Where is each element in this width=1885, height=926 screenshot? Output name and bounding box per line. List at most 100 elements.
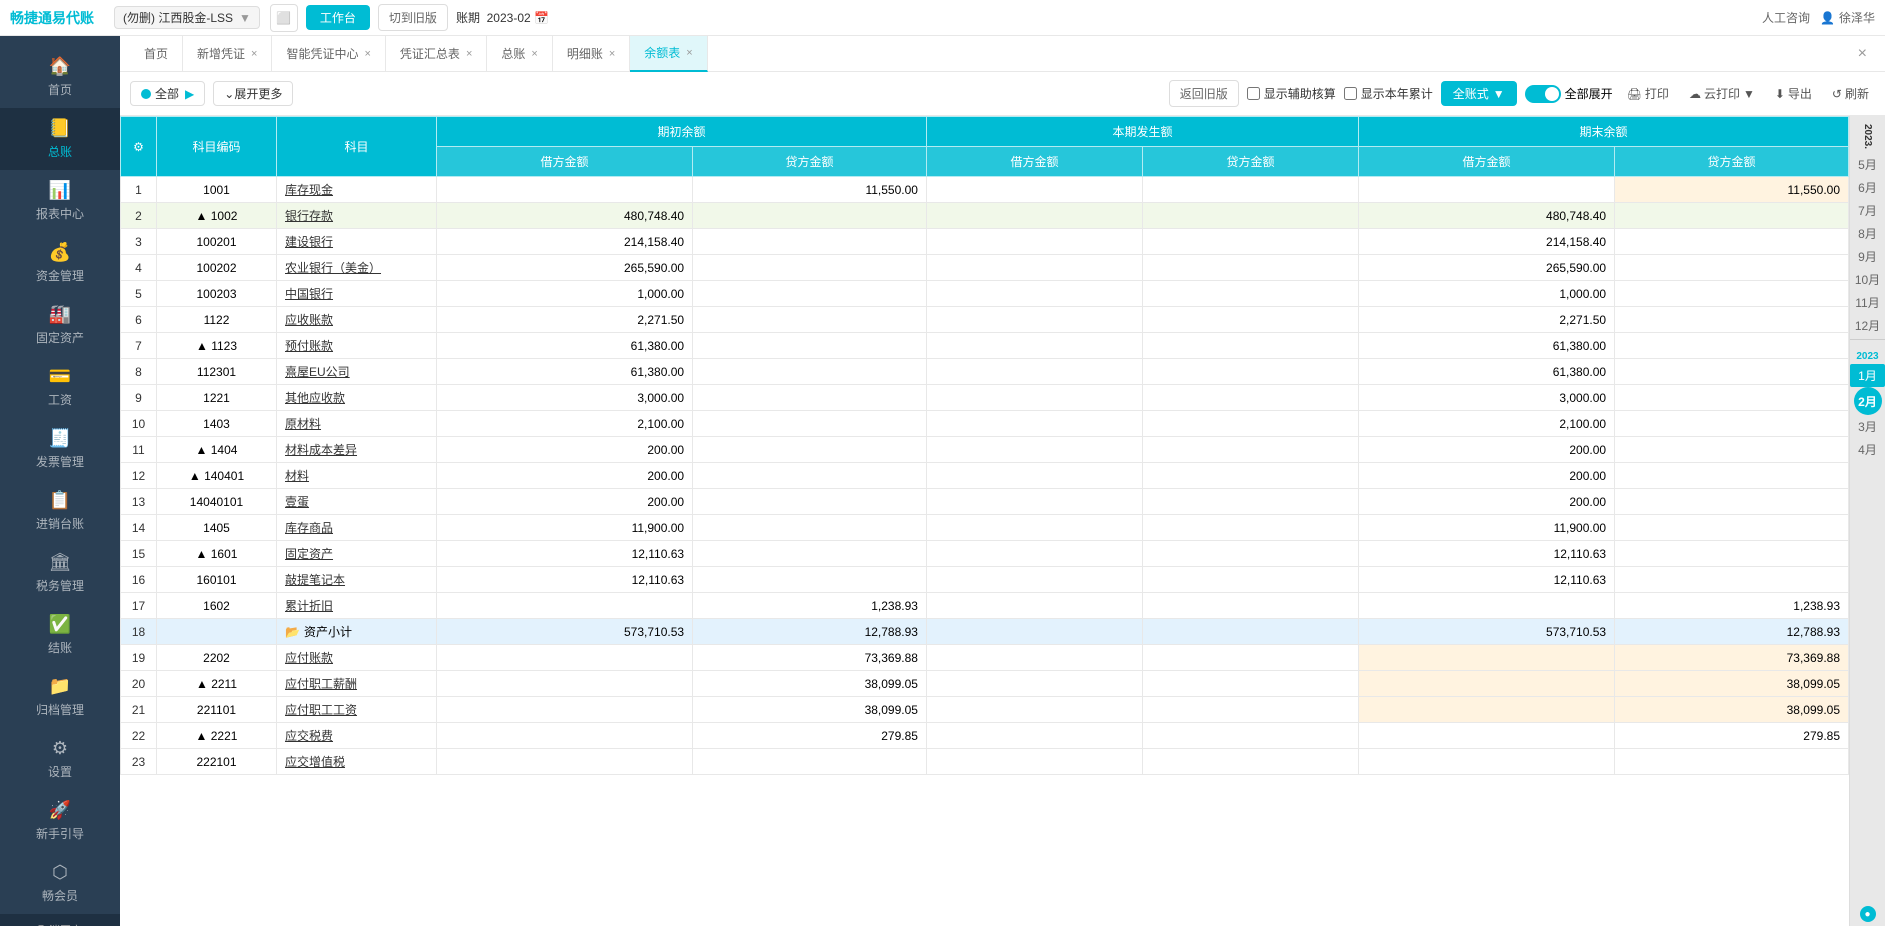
right-panel-apr[interactable]: 4月 <box>1850 438 1885 461</box>
subject-link[interactable]: 应交税费 <box>285 729 333 743</box>
tab-balance-close[interactable]: × <box>686 47 692 59</box>
right-panel-mar[interactable]: 3月 <box>1850 415 1885 438</box>
row-subject[interactable]: 材料 <box>277 463 437 489</box>
work-center-button[interactable]: 工作台 <box>306 5 370 30</box>
subject-link[interactable]: 熹屋EU公司 <box>285 365 350 379</box>
gear-icon[interactable]: ⚙ <box>133 140 144 154</box>
company-selector[interactable]: (勿删) 江西股金-LSS ▼ <box>114 6 260 29</box>
right-panel-oct[interactable]: 10月 <box>1850 268 1885 291</box>
right-panel-jul[interactable]: 7月 <box>1850 199 1885 222</box>
gear-col[interactable]: ⚙ <box>121 117 157 177</box>
tab-voucher-summary-close[interactable]: × <box>466 48 472 60</box>
sidebar-item-settings[interactable]: ⚙ 设置 <box>0 728 120 790</box>
row-subject[interactable]: 原材料 <box>277 411 437 437</box>
right-panel-nov[interactable]: 11月 <box>1850 291 1885 314</box>
subject-link[interactable]: 固定资产 <box>285 547 333 561</box>
sidebar-item-ledger[interactable]: 📒 总账 <box>0 108 120 170</box>
sidebar-item-reports[interactable]: 📊 报表中心 <box>0 170 120 232</box>
return-old-version-button[interactable]: 返回旧版 <box>1169 80 1239 107</box>
refresh-button[interactable]: ↺ 刷新 <box>1826 81 1875 106</box>
switch-version-button[interactable]: 切到旧版 <box>378 4 448 31</box>
aux-calc-checkbox[interactable] <box>1247 87 1260 100</box>
sidebar-item-funds[interactable]: 💰 资金管理 <box>0 232 120 294</box>
row-subject[interactable]: 应付账款 <box>277 645 437 671</box>
sidebar-item-assets[interactable]: 🏭 固定资产 <box>0 294 120 356</box>
tab-smart-voucher-close[interactable]: × <box>364 48 370 60</box>
subject-link[interactable]: 建设银行 <box>285 235 333 249</box>
consult-label[interactable]: 人工咨询 <box>1762 9 1810 26</box>
tab-general-ledger[interactable]: 总账 × <box>487 36 552 72</box>
tab-detail-ledger-close[interactable]: × <box>609 48 615 60</box>
sidebar-item-close[interactable]: ✅ 结账 <box>0 604 120 666</box>
right-panel-aug[interactable]: 8月 <box>1850 222 1885 245</box>
subject-link[interactable]: 银行存款 <box>285 209 333 223</box>
expand-all-toggle[interactable] <box>1525 85 1561 103</box>
subject-link[interactable]: 库存现金 <box>285 183 333 197</box>
tab-general-ledger-close[interactable]: × <box>531 48 537 60</box>
subject-link[interactable]: 材料成本差异 <box>285 443 357 457</box>
sidebar-item-member[interactable]: ⬡ 畅会员 <box>0 852 120 914</box>
row-subject[interactable]: 应付职工薪酬 <box>277 671 437 697</box>
right-panel-dec[interactable]: 12月 <box>1850 314 1885 337</box>
right-panel-jun[interactable]: 6月 <box>1850 176 1885 199</box>
row-subject[interactable]: 应付职工工资 <box>277 697 437 723</box>
right-panel-circle-icon[interactable]: ● <box>1860 906 1876 922</box>
subject-link[interactable]: 其他应收款 <box>285 391 345 405</box>
row-subject[interactable]: 壹蛋 <box>277 489 437 515</box>
subject-link[interactable]: 原材料 <box>285 417 321 431</box>
subject-link[interactable]: 敲提笔记本 <box>285 573 345 587</box>
sidebar-item-tax[interactable]: 🏛 税务管理 <box>0 542 120 604</box>
sidebar-item-guide[interactable]: 🚀 新手引导 <box>0 790 120 852</box>
row-subject[interactable]: 材料成本差异 <box>277 437 437 463</box>
subject-link[interactable]: 应付职工薪酬 <box>285 677 357 691</box>
row-subject[interactable]: 应交增值税 <box>277 749 437 775</box>
subject-link[interactable]: 应付职工工资 <box>285 703 357 717</box>
right-panel-jan[interactable]: 1月 <box>1850 364 1885 387</box>
sidebar-item-invoice[interactable]: 🧾 发票管理 <box>0 418 120 480</box>
row-subject[interactable]: 敲提笔记本 <box>277 567 437 593</box>
right-panel-sep[interactable]: 9月 <box>1850 245 1885 268</box>
row-subject[interactable]: 农业银行（美金） <box>277 255 437 281</box>
tab-new-voucher[interactable]: 新增凭证 × <box>183 36 272 72</box>
sidebar-item-home[interactable]: 🏠 首页 <box>0 46 120 108</box>
subject-link[interactable]: 壹蛋 <box>285 495 309 509</box>
row-subject[interactable]: 中国银行 <box>277 281 437 307</box>
copy-icon[interactable]: ⬜ <box>270 4 298 32</box>
tab-detail-ledger[interactable]: 明细账 × <box>553 36 630 72</box>
subject-link[interactable]: 预付账款 <box>285 339 333 353</box>
unpin-button[interactable]: 取消固定 <box>0 914 120 926</box>
row-subject[interactable]: 熹屋EU公司 <box>277 359 437 385</box>
row-subject[interactable]: 累计折旧 <box>277 593 437 619</box>
row-subject[interactable]: 固定资产 <box>277 541 437 567</box>
subject-link[interactable]: 应收账款 <box>285 313 333 327</box>
tab-voucher-summary[interactable]: 凭证汇总表 × <box>386 36 487 72</box>
tab-home[interactable]: 首页 <box>130 36 183 72</box>
subject-link[interactable]: 应付账款 <box>285 651 333 665</box>
row-subject[interactable]: 应收账款 <box>277 307 437 333</box>
right-panel-feb[interactable]: 2月 <box>1854 387 1882 415</box>
subject-link[interactable]: 农业银行（美金） <box>285 261 381 275</box>
sidebar-item-salary[interactable]: 💳 工资 <box>0 356 120 418</box>
style-button[interactable]: 全账式 ▼ <box>1441 81 1517 106</box>
row-subject[interactable]: 预付账款 <box>277 333 437 359</box>
export-button[interactable]: ⬇ 导出 <box>1769 81 1818 106</box>
subject-link[interactable]: 累计折旧 <box>285 599 333 613</box>
year-accum-checkbox[interactable] <box>1344 87 1357 100</box>
row-subject[interactable]: 应交税费 <box>277 723 437 749</box>
close-all-tabs[interactable]: × <box>1850 45 1875 63</box>
tab-smart-voucher[interactable]: 智能凭证中心 × <box>272 36 385 72</box>
print-button[interactable]: 🖨 打印 <box>1621 81 1675 106</box>
row-subject[interactable]: 银行存款 <box>277 203 437 229</box>
sidebar-item-purchase[interactable]: 📋 进销台账 <box>0 480 120 542</box>
subject-link[interactable]: 材料 <box>285 469 309 483</box>
expand-more-button[interactable]: ⌄ 展开更多 <box>213 81 293 106</box>
cloud-print-button[interactable]: ☁ 云打印 ▼ <box>1683 81 1761 106</box>
row-subject[interactable]: 库存现金 <box>277 177 437 203</box>
subject-link[interactable]: 中国银行 <box>285 287 333 301</box>
tab-new-voucher-close[interactable]: × <box>251 48 257 60</box>
subject-link[interactable]: 应交增值税 <box>285 755 345 769</box>
row-subject[interactable]: 📂资产小计 <box>277 619 437 645</box>
subject-link[interactable]: 库存商品 <box>285 521 333 535</box>
row-subject[interactable]: 库存商品 <box>277 515 437 541</box>
tab-balance[interactable]: 余额表 × <box>630 36 707 72</box>
